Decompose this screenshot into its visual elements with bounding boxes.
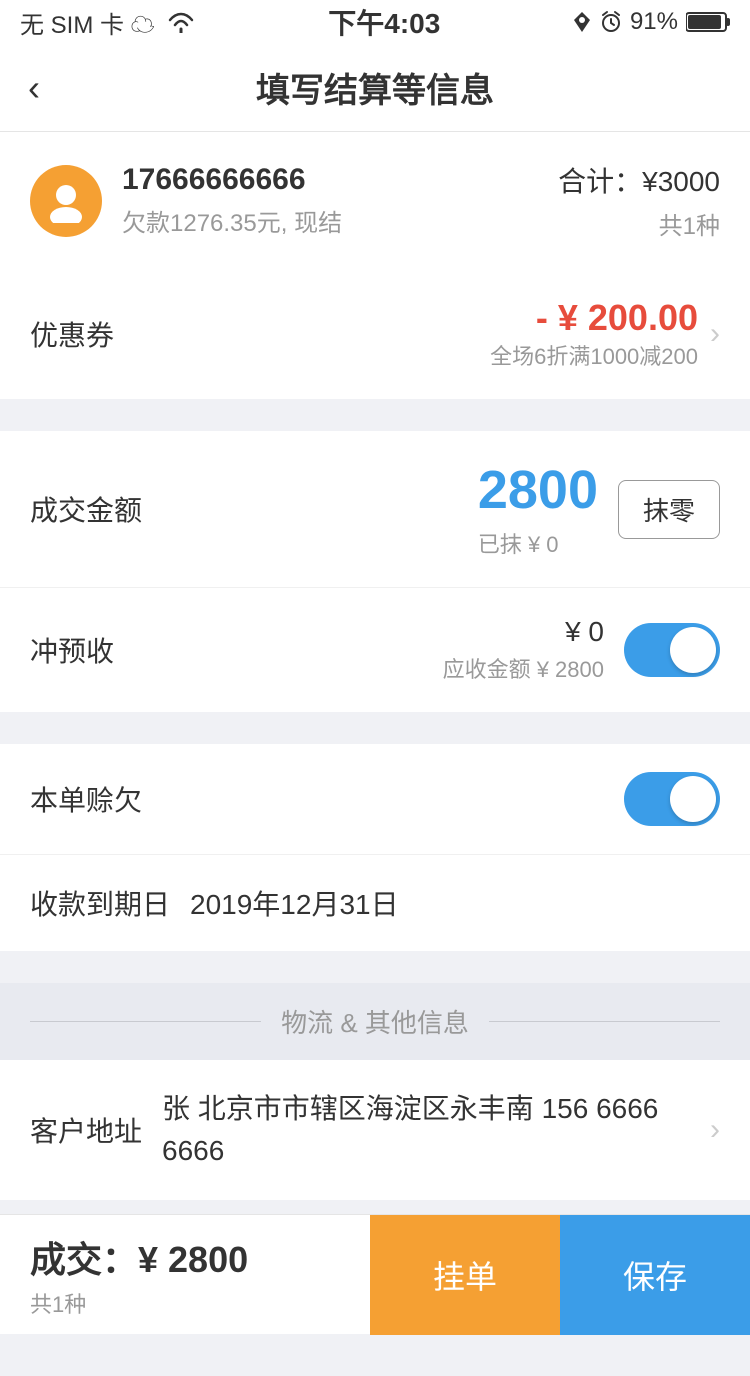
amount-right: 2800 已抹 ¥ 0 抹零 xyxy=(478,459,720,559)
back-button[interactable]: ‹ xyxy=(28,67,40,109)
status-bar: 无 SIM 卡 ☁ 下午4:03 91% xyxy=(0,0,750,44)
amount-row: 成交金额 2800 已抹 ¥ 0 抹零 xyxy=(0,431,750,587)
battery-icon xyxy=(686,11,730,33)
amount-label: 成交金额 xyxy=(30,489,142,529)
coupon-right: - ¥ 200.00 全场6折满1000减200 › xyxy=(490,297,720,371)
prepay-label: 冲预收 xyxy=(30,630,114,670)
prepay-row: 冲预收 ¥ 0 应收金额 ¥ 2800 xyxy=(0,587,750,712)
status-time: 下午4:03 xyxy=(328,2,440,42)
divider-line-left xyxy=(30,1021,261,1022)
address-row[interactable]: 客户地址 张 北京市市辖区海淀区永丰南 156 6666 6666 › xyxy=(0,1060,750,1200)
amount-card: 成交金额 2800 已抹 ¥ 0 抹零 冲预收 ¥ 0 应收金额 ¥ 2800 xyxy=(0,431,750,712)
coupon-label: 优惠券 xyxy=(30,314,114,354)
user-info: 17666666666 欠款1276.35元, 现结 xyxy=(122,163,342,238)
arrears-label: 本单赊欠 xyxy=(30,779,142,819)
sim-label: 无 SIM 卡 ☁ xyxy=(20,5,155,40)
bottom-deal: 成交：¥ 2800 xyxy=(30,1231,340,1283)
address-card: 客户地址 张 北京市市辖区海淀区永丰南 156 6666 6666 › xyxy=(0,1060,750,1200)
deal-label: 成交： xyxy=(30,1239,138,1280)
user-phone: 17666666666 xyxy=(122,163,342,197)
coupon-desc: 全场6折满1000减200 xyxy=(490,339,698,371)
status-right: 91% xyxy=(572,8,730,36)
location-icon xyxy=(572,10,592,34)
prepay-sub: 应收金额 ¥ 2800 xyxy=(443,652,604,684)
round-button[interactable]: 抹零 xyxy=(618,480,720,539)
user-info-card: 17666666666 欠款1276.35元, 现结 合计：¥3000 共1种 … xyxy=(0,132,750,399)
prepay-value: ¥ 0 xyxy=(443,616,604,648)
user-left: 17666666666 欠款1276.35元, 现结 xyxy=(30,163,342,238)
amount-number: 2800 xyxy=(478,459,598,521)
user-right: 合计：¥3000 共1种 xyxy=(558,160,720,241)
user-count: 共1种 xyxy=(558,206,720,241)
prepay-right: ¥ 0 应收金额 ¥ 2800 xyxy=(443,616,720,684)
coupon-amount: - ¥ 200.00 xyxy=(490,297,698,339)
coupon-row[interactable]: 优惠券 - ¥ 200.00 全场6折满1000减200 › xyxy=(0,269,750,399)
battery-percent: 91% xyxy=(630,8,678,36)
address-right: › xyxy=(710,1113,720,1147)
coupon-chevron-icon: › xyxy=(710,317,720,351)
logistics-text: 物流 & 其他信息 xyxy=(281,1003,469,1040)
nav-bar: ‹ 填写结算等信息 xyxy=(0,44,750,132)
address-label: 客户地址 xyxy=(30,1110,142,1150)
logistics-divider: 物流 & 其他信息 xyxy=(0,983,750,1060)
user-sub: 欠款1276.35元, 现结 xyxy=(122,203,342,238)
arrears-toggle[interactable] xyxy=(624,772,720,826)
prepay-toggle[interactable] xyxy=(624,623,720,677)
save-button[interactable]: 保存 xyxy=(560,1215,750,1335)
total-label: 合计： xyxy=(558,166,642,197)
bottom-summary: 成交：¥ 2800 共1种 xyxy=(0,1231,370,1319)
divider-3 xyxy=(0,967,750,983)
user-row: 17666666666 欠款1276.35元, 现结 合计：¥3000 共1种 xyxy=(0,132,750,269)
divider-2 xyxy=(0,728,750,744)
bottom-count: 共1种 xyxy=(30,1287,340,1319)
status-left: 无 SIM 卡 ☁ xyxy=(20,5,197,40)
divider-line-right xyxy=(489,1021,720,1022)
prepay-value-block: ¥ 0 应收金额 ¥ 2800 xyxy=(443,616,604,684)
arrears-row: 本单赊欠 xyxy=(0,744,750,854)
hang-button[interactable]: 挂单 xyxy=(370,1215,560,1335)
date-label: 收款到期日 xyxy=(30,883,170,923)
divider-1 xyxy=(0,415,750,431)
total-value: ¥3000 xyxy=(642,166,720,197)
page-title: 填写结算等信息 xyxy=(256,63,494,112)
alarm-icon xyxy=(600,10,622,34)
avatar-icon xyxy=(44,179,88,223)
address-chevron-icon: › xyxy=(710,1113,720,1147)
date-value: 2019年12月31日 xyxy=(190,883,399,923)
address-value: 张 北京市市辖区海淀区永丰南 156 6666 6666 xyxy=(162,1088,710,1172)
bottom-bar: 成交：¥ 2800 共1种 挂单 保存 xyxy=(0,1214,750,1334)
date-row: 收款到期日 2019年12月31日 xyxy=(0,854,750,951)
avatar xyxy=(30,165,102,237)
user-total: 合计：¥3000 xyxy=(558,160,720,200)
wifi-icon xyxy=(165,11,197,33)
arrears-card: 本单赊欠 收款到期日 2019年12月31日 xyxy=(0,744,750,951)
deal-value: ¥ 2800 xyxy=(138,1239,248,1280)
amount-sub: 已抹 ¥ 0 xyxy=(478,527,598,559)
